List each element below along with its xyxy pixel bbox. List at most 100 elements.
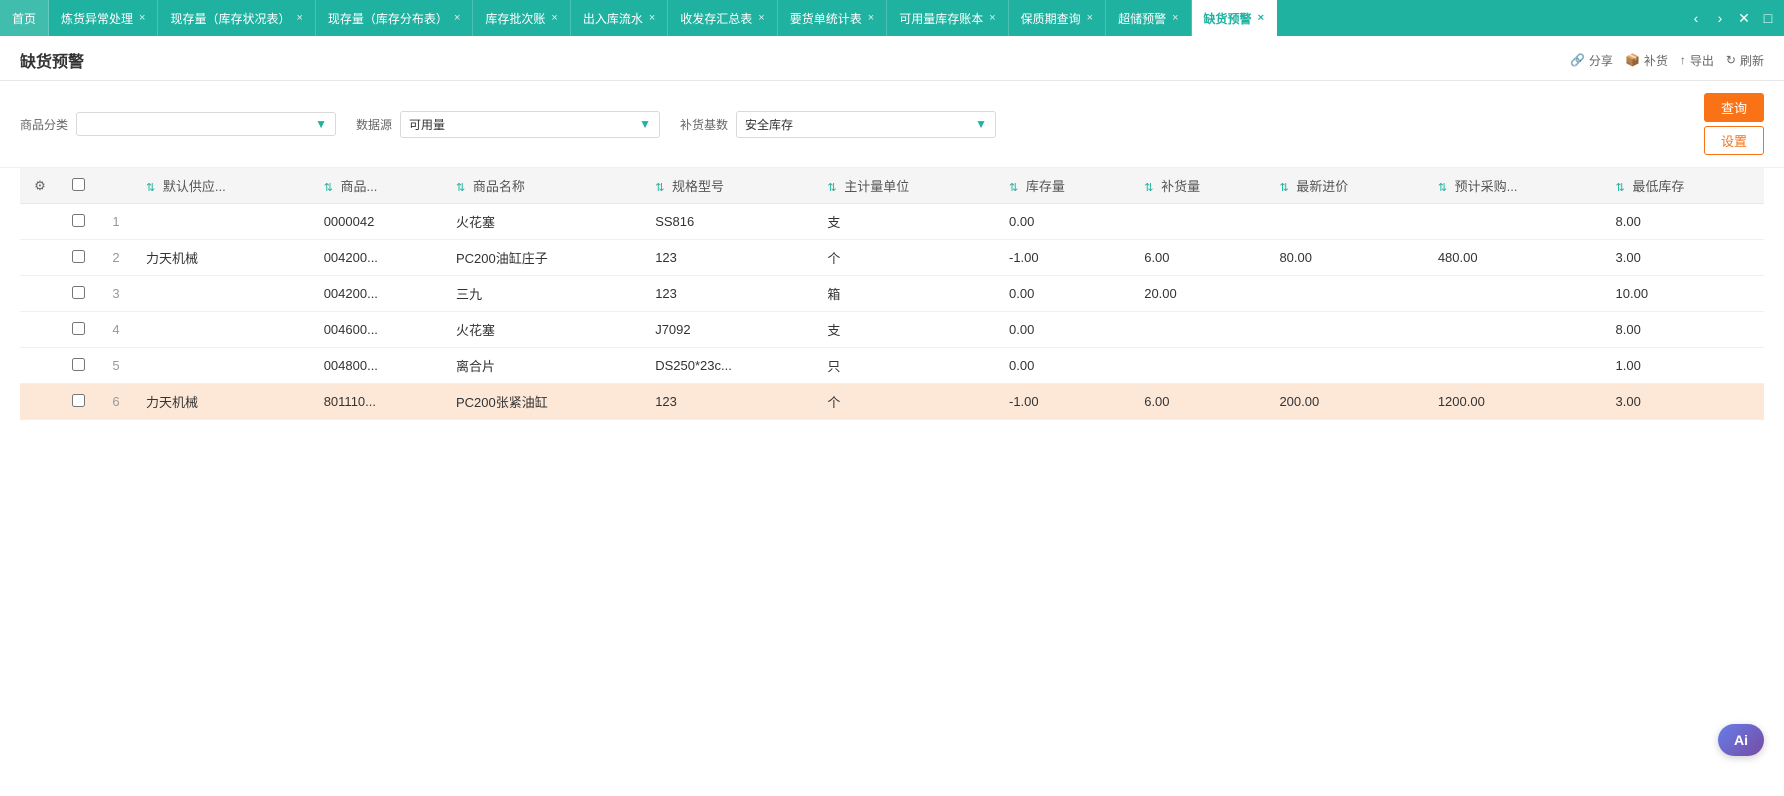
tab-abnormal[interactable]: 炼货异常处理 × <box>49 0 158 36</box>
row-unit-cell: 只 <box>817 348 999 384</box>
row-checkbox-3[interactable] <box>72 322 85 335</box>
tab-close-stock-status[interactable]: × <box>296 12 302 24</box>
tab-stock-status[interactable]: 现存量（库存状况表） × <box>158 0 315 36</box>
tab-inout[interactable]: 出入库流水 × <box>571 0 668 36</box>
row-spec-cell: 123 <box>645 276 817 312</box>
tab-close-all-button[interactable]: ✕ <box>1732 6 1756 30</box>
row-est-purchase-cell <box>1428 276 1606 312</box>
row-checkbox-cell <box>60 240 96 276</box>
unit-header[interactable]: ⇅ 主计量单位 <box>817 168 999 204</box>
spec-header[interactable]: ⇅ 规格型号 <box>645 168 817 204</box>
row-checkbox-0[interactable] <box>72 214 85 227</box>
table-body: 1 0000042 火花塞 SS816 支 0.00 8.00 2 力天机械 0… <box>20 204 1764 420</box>
replenish-basis-value: 安全库存 <box>745 116 793 133</box>
est-purchase-header[interactable]: ⇅ 预计采购... <box>1428 168 1606 204</box>
tab-stock-dist[interactable]: 现存量（库存分布表） × <box>316 0 473 36</box>
tab-next-button[interactable]: › <box>1708 6 1732 30</box>
tab-close-expiry[interactable]: × <box>1087 12 1093 24</box>
product-name-header[interactable]: ⇅ 商品名称 <box>446 168 645 204</box>
row-checkbox-4[interactable] <box>72 358 85 371</box>
row-est-purchase-cell: 1200.00 <box>1428 384 1606 420</box>
tab-close-reqstat[interactable]: × <box>868 12 874 24</box>
table-row: 3 004200... 三九 123 箱 0.00 20.00 10.00 <box>20 276 1764 312</box>
row-checkbox-cell <box>60 204 96 240</box>
row-min-stock-cell: 3.00 <box>1606 240 1764 276</box>
tab-bar: 首页 炼货异常处理 × 现存量（库存状况表） × 现存量（库存分布表） × 库存… <box>0 0 1784 36</box>
tab-close-stock-dist[interactable]: × <box>454 12 460 24</box>
query-button[interactable]: 查询 <box>1704 93 1764 122</box>
data-table: ⚙ ⇅ 默认供应... ⇅ 商品... ⇅ <box>20 168 1764 420</box>
tab-shortage[interactable]: 缺货预警 × <box>1192 0 1277 36</box>
row-spec-cell: DS250*23c... <box>645 348 817 384</box>
row-est-purchase-cell <box>1428 312 1606 348</box>
category-select[interactable]: ▼ <box>76 112 336 136</box>
min-stock-sort-icon: ⇅ <box>1616 182 1625 194</box>
tab-home[interactable]: 首页 <box>0 0 49 36</box>
row-est-purchase-cell <box>1428 204 1606 240</box>
row-supplier-cell: 力天机械 <box>136 384 314 420</box>
row-gear-cell <box>20 384 60 420</box>
row-checkbox-1[interactable] <box>72 250 85 263</box>
gear-settings-icon[interactable]: ⚙ <box>30 178 50 194</box>
select-all-checkbox[interactable] <box>72 178 85 191</box>
product-code-header[interactable]: ⇅ 商品... <box>314 168 446 204</box>
stock-sort-icon: ⇅ <box>1009 182 1018 194</box>
row-min-stock-cell: 8.00 <box>1606 312 1764 348</box>
tab-maximize-button[interactable]: □ <box>1756 6 1780 30</box>
table-row: 6 力天机械 801110... PC200张紧油缸 123 个 -1.00 6… <box>20 384 1764 420</box>
table-row: 2 力天机械 004200... PC200油缸庄子 123 个 -1.00 6… <box>20 240 1764 276</box>
latest-price-sort-icon: ⇅ <box>1279 182 1288 194</box>
row-checkbox-cell <box>60 312 96 348</box>
tab-close-abnormal[interactable]: × <box>139 12 145 24</box>
row-product-name-cell: 火花塞 <box>446 204 645 240</box>
refresh-icon: ↻ <box>1726 53 1736 67</box>
tab-close-inout[interactable]: × <box>649 12 655 24</box>
row-min-stock-cell: 3.00 <box>1606 384 1764 420</box>
row-unit-cell: 支 <box>817 312 999 348</box>
datasource-filter-group: 数据源 可用量 ▼ <box>356 111 660 138</box>
row-supplier-cell <box>136 348 314 384</box>
row-checkbox-2[interactable] <box>72 286 85 299</box>
supplier-header[interactable]: ⇅ 默认供应... <box>136 168 314 204</box>
datasource-arrow-icon: ▼ <box>639 117 651 131</box>
replenish-header[interactable]: ⇅ 补货量 <box>1134 168 1269 204</box>
rownum-header <box>96 168 136 204</box>
row-product-code-cell: 801110... <box>314 384 446 420</box>
replenish-basis-select[interactable]: 安全库存 ▼ <box>736 111 996 138</box>
replenish-button[interactable]: 📦 补货 <box>1625 52 1668 69</box>
table-row: 5 004800... 离合片 DS250*23c... 只 0.00 1.00 <box>20 348 1764 384</box>
refresh-button[interactable]: ↻ 刷新 <box>1726 52 1764 69</box>
tab-prev-button[interactable]: ‹ <box>1684 6 1708 30</box>
tab-recv[interactable]: 收发存汇总表 × <box>668 0 777 36</box>
row-product-code-cell: 004800... <box>314 348 446 384</box>
tab-batch[interactable]: 库存批次账 × <box>473 0 570 36</box>
row-checkbox-5[interactable] <box>72 394 85 407</box>
ai-badge[interactable]: Ai <box>1718 724 1764 756</box>
latest-price-header[interactable]: ⇅ 最新进价 <box>1269 168 1427 204</box>
tab-close-recv[interactable]: × <box>758 12 764 24</box>
row-latest-price-cell <box>1269 276 1427 312</box>
row-num-cell: 1 <box>96 204 136 240</box>
tab-close-available[interactable]: × <box>989 12 995 24</box>
row-replenish-cell <box>1134 204 1269 240</box>
tab-close-overstock[interactable]: × <box>1172 12 1178 24</box>
row-gear-cell <box>20 204 60 240</box>
row-supplier-cell <box>136 204 314 240</box>
tab-close-shortage[interactable]: × <box>1258 12 1264 24</box>
tab-reqstat[interactable]: 要货单统计表 × <box>778 0 887 36</box>
min-stock-header[interactable]: ⇅ 最低库存 <box>1606 168 1764 204</box>
share-button[interactable]: 🔗 分享 <box>1570 52 1613 69</box>
tab-overstock[interactable]: 超储预警 × <box>1106 0 1191 36</box>
replenish-basis-arrow-icon: ▼ <box>975 117 987 131</box>
tab-available[interactable]: 可用量库存账本 × <box>887 0 1008 36</box>
product-code-sort-icon: ⇅ <box>324 182 333 194</box>
stock-header[interactable]: ⇅ 库存量 <box>999 168 1134 204</box>
tab-expiry[interactable]: 保质期查询 × <box>1009 0 1106 36</box>
row-num-cell: 4 <box>96 312 136 348</box>
settings-button[interactable]: 设置 <box>1704 126 1764 155</box>
row-stock-cell: -1.00 <box>999 240 1134 276</box>
datasource-value: 可用量 <box>409 116 445 133</box>
export-button[interactable]: ↑ 导出 <box>1680 52 1714 69</box>
tab-close-batch[interactable]: × <box>551 12 557 24</box>
datasource-select[interactable]: 可用量 ▼ <box>400 111 660 138</box>
